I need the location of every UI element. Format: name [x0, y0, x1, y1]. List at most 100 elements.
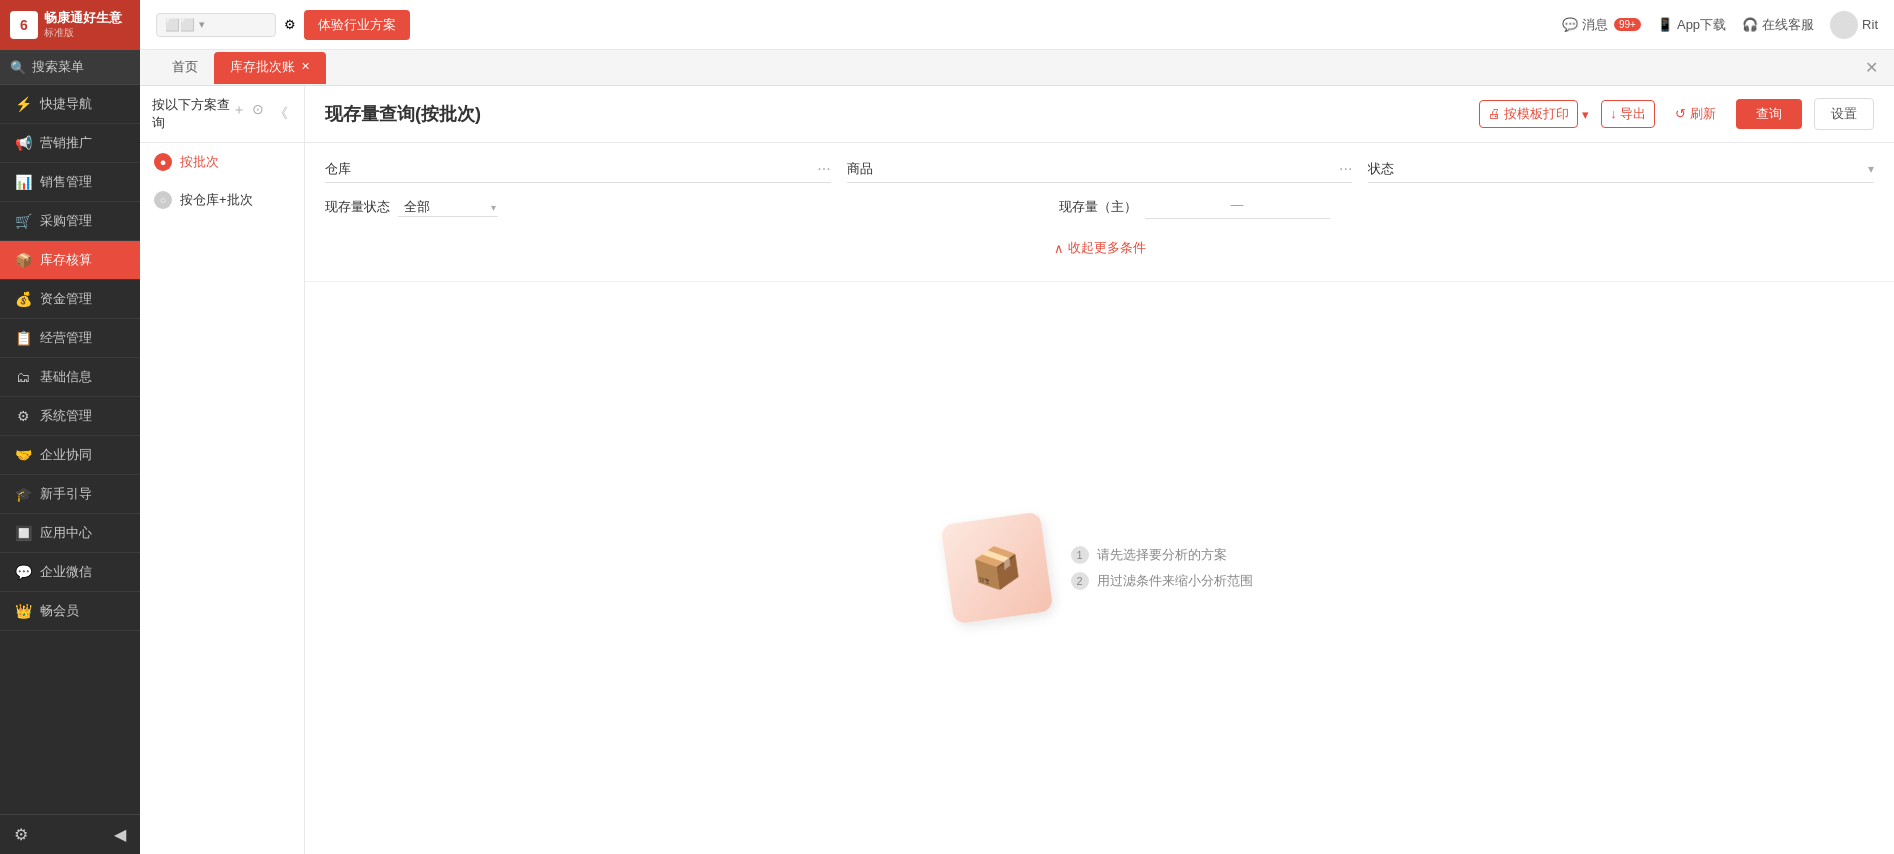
trial-button[interactable]: 体验行业方案: [304, 10, 410, 40]
tab-inventory-batch[interactable]: 库存批次账 ✕: [214, 52, 326, 84]
print-template-button[interactable]: 🖨 按模板打印: [1479, 100, 1579, 128]
sidebar-label-operations: 经营管理: [40, 329, 92, 347]
tab-close-icon[interactable]: ✕: [301, 60, 310, 73]
topbar-search-text: ⬜⬜: [165, 18, 195, 32]
filter-row-2: 现存量状态 全部 ▾ 现存量（主） —: [325, 195, 1874, 219]
empty-tip-1: 1 请先选择要分析的方案: [1071, 546, 1253, 564]
warehouse-more-icon[interactable]: ···: [817, 160, 830, 178]
sidebar-item-basic[interactable]: 🗂 基础信息: [0, 358, 140, 397]
sidebar-label-system: 系统管理: [40, 407, 92, 425]
goods-more-icon[interactable]: ···: [1339, 160, 1352, 178]
filter-row-1: 仓库 ··· 商品 ··· 状态 ▾: [325, 159, 1874, 183]
refresh-button[interactable]: ↺ 刷新: [1667, 101, 1724, 127]
sidebar-item-marketing[interactable]: 📢 营销推广: [0, 124, 140, 163]
tab-close-page-icon[interactable]: ✕: [1865, 58, 1878, 77]
main-area: ⬜⬜ ▾ ⚙ 体验行业方案 💬 消息 99+ 📱 App下载 🎧 在线客服: [140, 0, 1894, 854]
sidebar-item-app-center[interactable]: 🔲 应用中心: [0, 514, 140, 553]
left-panel-item-by-warehouse-batch[interactable]: ○ 按仓库+批次: [140, 181, 304, 219]
sidebar-icon-finance: 💰: [14, 290, 32, 308]
sidebar-label-quick-nav: 快捷导航: [40, 95, 92, 113]
export-button[interactable]: ↓ 导出: [1601, 100, 1655, 128]
app-subtitle: 标准版: [44, 26, 122, 40]
page-content: 按以下方案查询 ＋ ⊙ 《 ● 按批次 ○ 按仓库+批次 现存量查询(按批次): [140, 86, 1894, 854]
left-panel: 按以下方案查询 ＋ ⊙ 《 ● 按批次 ○ 按仓库+批次: [140, 86, 305, 854]
sidebar-item-guide[interactable]: 🎓 新手引导: [0, 475, 140, 514]
settings-scheme-icon[interactable]: ⊙: [252, 101, 264, 127]
tab-home-label: 首页: [172, 58, 198, 76]
sidebar-search[interactable]: 🔍 搜索菜单: [0, 50, 140, 85]
sidebar-label-enterprise: 企业协同: [40, 446, 92, 464]
sidebar-item-quick-nav[interactable]: ⚡ 快捷导航: [0, 85, 140, 124]
empty-state: 📦 1 请先选择要分析的方案 2 用过滤条件来缩小分析范围: [305, 282, 1894, 854]
left-panel-icon-by-warehouse-batch: ○: [154, 191, 172, 209]
print-dropdown-icon[interactable]: ▾: [1582, 107, 1589, 122]
topbar-settings-icon[interactable]: ⚙: [284, 17, 296, 32]
sidebar-label-wechat: 企业微信: [40, 563, 92, 581]
collapse-chevron-icon: ∧: [1054, 241, 1064, 256]
inventory-qty-range: —: [1145, 195, 1330, 219]
inventory-status-select[interactable]: 全部: [398, 197, 498, 217]
sidebar-search-label: 搜索菜单: [32, 58, 84, 76]
tabs-bar: 首页 库存批次账 ✕ ✕: [140, 50, 1894, 86]
sidebar-item-wechat[interactable]: 💬 企业微信: [0, 553, 140, 592]
right-panel: 现存量查询(按批次) 🖨 按模板打印 ▾ ↓ 导出 ↺ 刷新 查询 设置: [305, 86, 1894, 854]
filter-goods: 商品 ···: [847, 159, 1353, 183]
warehouse-input[interactable]: [365, 159, 817, 178]
status-input[interactable]: [1408, 159, 1868, 178]
sidebar-item-purchase[interactable]: 🛒 采购管理: [0, 202, 140, 241]
settings-icon[interactable]: ⚙: [14, 825, 28, 844]
sidebar-label-marketing: 营销推广: [40, 134, 92, 152]
empty-tip-2-text: 用过滤条件来缩小分析范围: [1097, 572, 1253, 590]
sidebar-label-finance: 资金管理: [40, 290, 92, 308]
search-icon: 🔍: [10, 60, 26, 75]
sidebar-item-inventory[interactable]: 📦 库存核算: [0, 241, 140, 280]
range-dash: —: [1231, 197, 1244, 212]
user-item[interactable]: Rit: [1830, 11, 1878, 39]
sidebar-item-member[interactable]: 👑 畅会员: [0, 592, 140, 631]
tab-inventory-batch-label: 库存批次账: [230, 58, 295, 76]
collapse-sidebar-icon[interactable]: ◀: [114, 825, 126, 844]
sidebar: 6 畅康通好生意 标准版 🔍 搜索菜单 ⚡ 快捷导航 📢 营销推广 📊 销售管理…: [0, 0, 140, 854]
topbar-search-group[interactable]: ⬜⬜ ▾: [156, 13, 276, 37]
inventory-qty-label: 现存量（主）: [1059, 198, 1137, 216]
sidebar-icon-enterprise: 🤝: [14, 446, 32, 464]
inventory-qty-from[interactable]: [1145, 195, 1225, 214]
left-panel-item-by-batch[interactable]: ● 按批次: [140, 143, 304, 181]
query-button[interactable]: 查询: [1736, 99, 1802, 129]
filter-area: 仓库 ··· 商品 ··· 状态 ▾: [305, 143, 1894, 282]
collapse-more-btn[interactable]: ∧ 收起更多条件: [325, 231, 1874, 265]
sidebar-item-finance[interactable]: 💰 资金管理: [0, 280, 140, 319]
sidebar-title-block: 畅康通好生意 标准版: [44, 10, 122, 40]
page-title: 现存量查询(按批次): [325, 102, 481, 126]
messages-item[interactable]: 💬 消息 99+: [1562, 16, 1641, 34]
sidebar-item-operations[interactable]: 📋 经营管理: [0, 319, 140, 358]
inventory-status-label: 现存量状态: [325, 198, 390, 216]
inventory-qty-to[interactable]: [1250, 195, 1330, 214]
sidebar-icon-marketing: 📢: [14, 134, 32, 152]
status-dropdown-icon[interactable]: ▾: [1868, 162, 1874, 176]
app-download-item[interactable]: 📱 App下载: [1657, 16, 1726, 34]
sidebar-icon-member: 👑: [14, 602, 32, 620]
filter-warehouse: 仓库 ···: [325, 159, 831, 183]
add-scheme-icon[interactable]: ＋: [232, 101, 246, 127]
sidebar-icon-basic: 🗂: [14, 368, 32, 386]
sidebar-icon-guide: 🎓: [14, 485, 32, 503]
left-panel-title: 按以下方案查询: [152, 96, 232, 132]
goods-label: 商品: [847, 160, 887, 178]
sidebar-item-system[interactable]: ⚙ 系统管理: [0, 397, 140, 436]
user-name: Rit: [1862, 17, 1878, 32]
sidebar-item-enterprise[interactable]: 🤝 企业协同: [0, 436, 140, 475]
goods-input[interactable]: [887, 159, 1339, 178]
settings-button[interactable]: 设置: [1814, 98, 1874, 130]
sidebar-footer: ⚙ ◀: [0, 814, 140, 854]
collapse-left-panel-icon[interactable]: 《: [270, 101, 292, 127]
page-header-actions: 🖨 按模板打印 ▾ ↓ 导出 ↺ 刷新 查询 设置: [1479, 98, 1874, 130]
sidebar-label-sales: 销售管理: [40, 173, 92, 191]
sidebar-item-sales[interactable]: 📊 销售管理: [0, 163, 140, 202]
tab-home[interactable]: 首页: [156, 52, 214, 84]
topbar-dropdown-icon[interactable]: ▾: [199, 18, 205, 31]
sidebar-nav: ⚡ 快捷导航 📢 营销推广 📊 销售管理 🛒 采购管理 📦 库存核算 💰 资金管…: [0, 85, 140, 814]
online-service-item[interactable]: 🎧 在线客服: [1742, 16, 1814, 34]
filter-inventory-status: 现存量状态 全部 ▾: [325, 197, 498, 217]
left-panel-header: 按以下方案查询 ＋ ⊙ 《: [140, 86, 304, 143]
